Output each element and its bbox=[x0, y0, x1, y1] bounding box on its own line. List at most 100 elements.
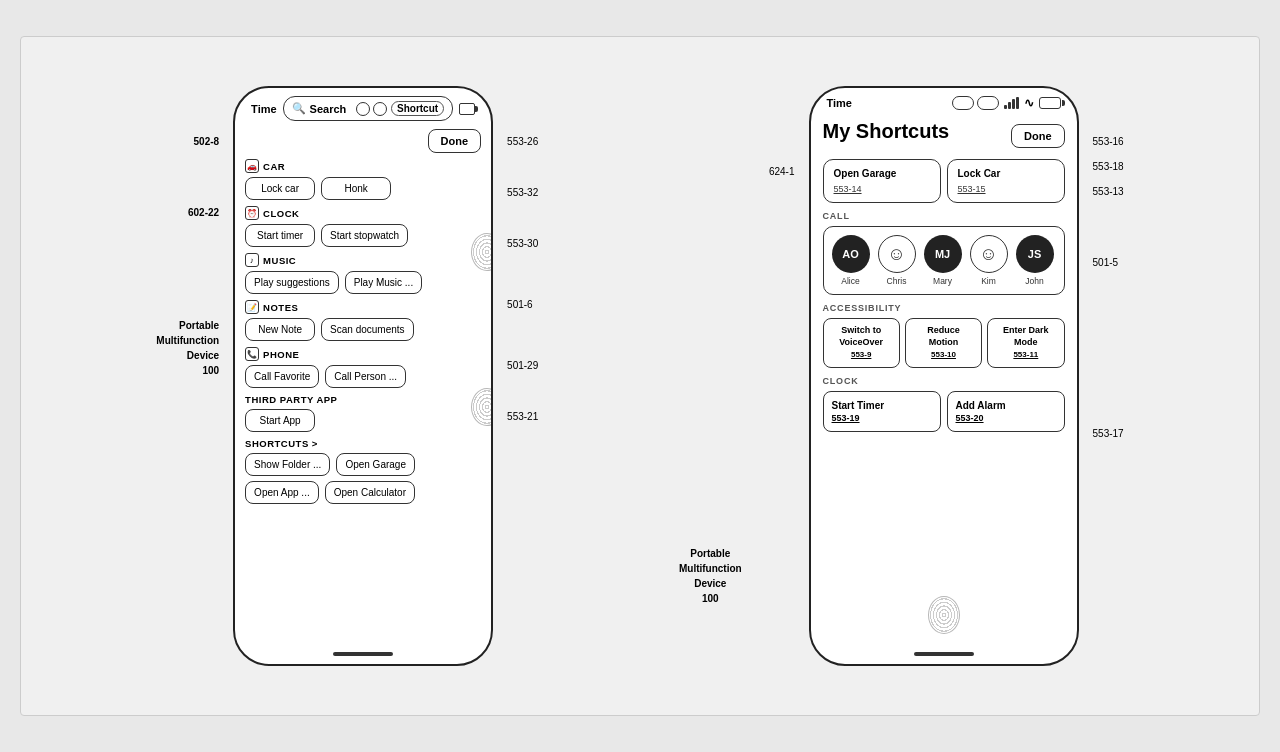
avatar-mary: MJ bbox=[924, 235, 962, 273]
avatar-kim: ☺ bbox=[970, 235, 1008, 273]
section-phone: 📞 PHONE bbox=[245, 347, 481, 361]
notes-buttons: New Note Scan documents bbox=[245, 318, 481, 341]
lock-car-tile[interactable]: Lock Car 553-15 bbox=[947, 159, 1065, 203]
contact-name-kim: Kim bbox=[981, 276, 996, 286]
contact-mary[interactable]: MJ Mary bbox=[924, 235, 962, 286]
home-indicator-right bbox=[914, 652, 974, 656]
left-phone-content: Done 🚗 CAR Lock car Honk ⏰ CLOCK Star bbox=[235, 125, 491, 621]
contact-john[interactable]: JS John bbox=[1016, 235, 1054, 286]
open-garage-tile[interactable]: Open Garage 553-14 bbox=[823, 159, 941, 203]
show-folder-btn[interactable]: Show Folder ... bbox=[245, 453, 330, 476]
right-phone: Time ∿ bbox=[809, 86, 1079, 666]
annotation-553-16: 553-16 bbox=[1093, 136, 1124, 147]
contact-alice[interactable]: AO Alice bbox=[832, 235, 870, 286]
open-app-btn[interactable]: Open App ... bbox=[245, 481, 319, 504]
open-calculator-btn[interactable]: Open Calculator bbox=[325, 481, 415, 504]
annotation-553-21: 553-21 bbox=[507, 411, 538, 422]
done-button-right[interactable]: Done bbox=[1011, 124, 1065, 148]
section-music: ♪ MUSIC bbox=[245, 253, 481, 267]
call-section: AO Alice ☺ Chris MJ Mary ☺ bbox=[823, 226, 1065, 295]
accessibility-section: Switch to VoiceOver 553-9 Reduce Motion … bbox=[823, 318, 1065, 368]
clock-icon: ⏰ bbox=[245, 206, 259, 220]
voiceover-tile[interactable]: Switch to VoiceOver 553-9 bbox=[823, 318, 900, 368]
avatar-alice: AO bbox=[832, 235, 870, 273]
annotation-624-1: 624-1 bbox=[769, 166, 795, 177]
contact-name-mary: Mary bbox=[933, 276, 952, 286]
search-bar[interactable]: 🔍 Search Shortcut bbox=[283, 96, 454, 121]
car-icon: 🚗 bbox=[245, 159, 259, 173]
section-notes: 📝 NOTES bbox=[245, 300, 481, 314]
music-buttons: Play suggestions Play Music ... bbox=[245, 271, 481, 294]
play-music-btn[interactable]: Play Music ... bbox=[345, 271, 422, 294]
time-left: Time bbox=[251, 103, 276, 115]
status-bar-left: Time 🔍 Search Shortcut bbox=[235, 88, 491, 125]
start-app-btn[interactable]: Start App bbox=[245, 409, 315, 432]
garage-car-section: Open Garage 553-14 Lock Car 553-15 bbox=[823, 159, 1065, 203]
honk-btn[interactable]: Honk bbox=[321, 177, 391, 200]
contact-chris[interactable]: ☺ Chris bbox=[878, 235, 916, 286]
search-icon: 🔍 bbox=[292, 102, 306, 115]
section-car: 🚗 CAR bbox=[245, 159, 481, 173]
clock-buttons: Start timer Start stopwatch bbox=[245, 224, 481, 247]
home-indicator-left bbox=[333, 652, 393, 656]
dark-mode-tile[interactable]: Enter Dark Mode 553-11 bbox=[987, 318, 1064, 368]
contact-kim[interactable]: ☺ Kim bbox=[970, 235, 1008, 286]
annotation-553-18: 553-18 bbox=[1093, 161, 1124, 172]
shortcut-badge: Shortcut bbox=[391, 101, 444, 116]
contact-name-alice: Alice bbox=[841, 276, 859, 286]
annotation-501-6: 501-6 bbox=[507, 299, 538, 310]
shortcuts-row1: Show Folder ... Open Garage bbox=[245, 453, 481, 476]
section-shortcuts: SHORTCUTS > bbox=[245, 438, 481, 449]
third-party-buttons: Start App bbox=[245, 409, 481, 432]
shortcuts-row2: Open App ... Open Calculator bbox=[245, 481, 481, 504]
annotation-501-5: 501-5 bbox=[1093, 257, 1124, 268]
annotation-501-29: 501-29 bbox=[507, 360, 538, 371]
search-text: Search bbox=[310, 103, 352, 115]
annotation-device-label-left: PortableMultifunctionDevice100 bbox=[156, 318, 219, 378]
open-garage-btn[interactable]: Open Garage bbox=[336, 453, 415, 476]
my-shortcuts-title: My Shortcuts bbox=[823, 120, 950, 143]
contact-name-john: John bbox=[1025, 276, 1043, 286]
device-label-right: PortableMultifunctionDevice100 bbox=[679, 546, 742, 606]
start-timer-tile[interactable]: Start Timer 553-19 bbox=[823, 391, 941, 432]
annotation-602-22: 602-22 bbox=[156, 207, 219, 218]
notes-icon: 📝 bbox=[245, 300, 259, 314]
new-note-btn[interactable]: New Note bbox=[245, 318, 315, 341]
call-person-btn[interactable]: Call Person ... bbox=[325, 365, 406, 388]
play-suggestions-btn[interactable]: Play suggestions bbox=[245, 271, 339, 294]
car-buttons: Lock car Honk bbox=[245, 177, 481, 200]
contacts-grid: AO Alice ☺ Chris MJ Mary ☺ bbox=[832, 235, 1056, 286]
scan-documents-btn[interactable]: Scan documents bbox=[321, 318, 414, 341]
fingerprint-right bbox=[928, 596, 960, 634]
done-button-left[interactable]: Done bbox=[428, 129, 482, 153]
clock-section: Start Timer 553-19 Add Alarm 553-20 bbox=[823, 391, 1065, 432]
battery-icon bbox=[1039, 97, 1061, 109]
call-favorite-btn[interactable]: Call Favorite bbox=[245, 365, 319, 388]
reduce-motion-tile[interactable]: Reduce Motion 553-10 bbox=[905, 318, 982, 368]
annotation-502-8: 502-8 bbox=[156, 136, 219, 147]
annotation-553-30: 553-30 bbox=[507, 238, 538, 249]
lock-car-btn[interactable]: Lock car bbox=[245, 177, 315, 200]
annotation-553-26: 553-26 bbox=[507, 136, 538, 147]
contact-name-chris: Chris bbox=[887, 276, 907, 286]
annotation-553-32: 553-32 bbox=[507, 187, 538, 198]
phone-icon: 📞 bbox=[245, 347, 259, 361]
wifi-icon: ∿ bbox=[1024, 96, 1034, 110]
signal-bars bbox=[1004, 97, 1019, 109]
status-bar-right: Time ∿ bbox=[811, 88, 1077, 114]
accessibility-label: ACCESSIBILITY bbox=[823, 303, 1065, 313]
time-right: Time bbox=[827, 97, 852, 109]
avatar-john: JS bbox=[1016, 235, 1054, 273]
right-phone-content: My Shortcuts Done Open Garage 553-14 Loc… bbox=[811, 114, 1077, 620]
add-alarm-tile[interactable]: Add Alarm 553-20 bbox=[947, 391, 1065, 432]
annotation-553-13: 553-13 bbox=[1093, 186, 1124, 197]
start-stopwatch-btn[interactable]: Start stopwatch bbox=[321, 224, 408, 247]
music-icon: ♪ bbox=[245, 253, 259, 267]
avatar-chris: ☺ bbox=[878, 235, 916, 273]
phone-buttons: Call Favorite Call Person ... bbox=[245, 365, 481, 388]
start-timer-btn[interactable]: Start timer bbox=[245, 224, 315, 247]
section-third-party: THIRD PARTY APP bbox=[245, 394, 481, 405]
section-clock: ⏰ CLOCK bbox=[245, 206, 481, 220]
annotation-553-17: 553-17 bbox=[1093, 428, 1124, 439]
call-label: CALL bbox=[823, 211, 1065, 221]
